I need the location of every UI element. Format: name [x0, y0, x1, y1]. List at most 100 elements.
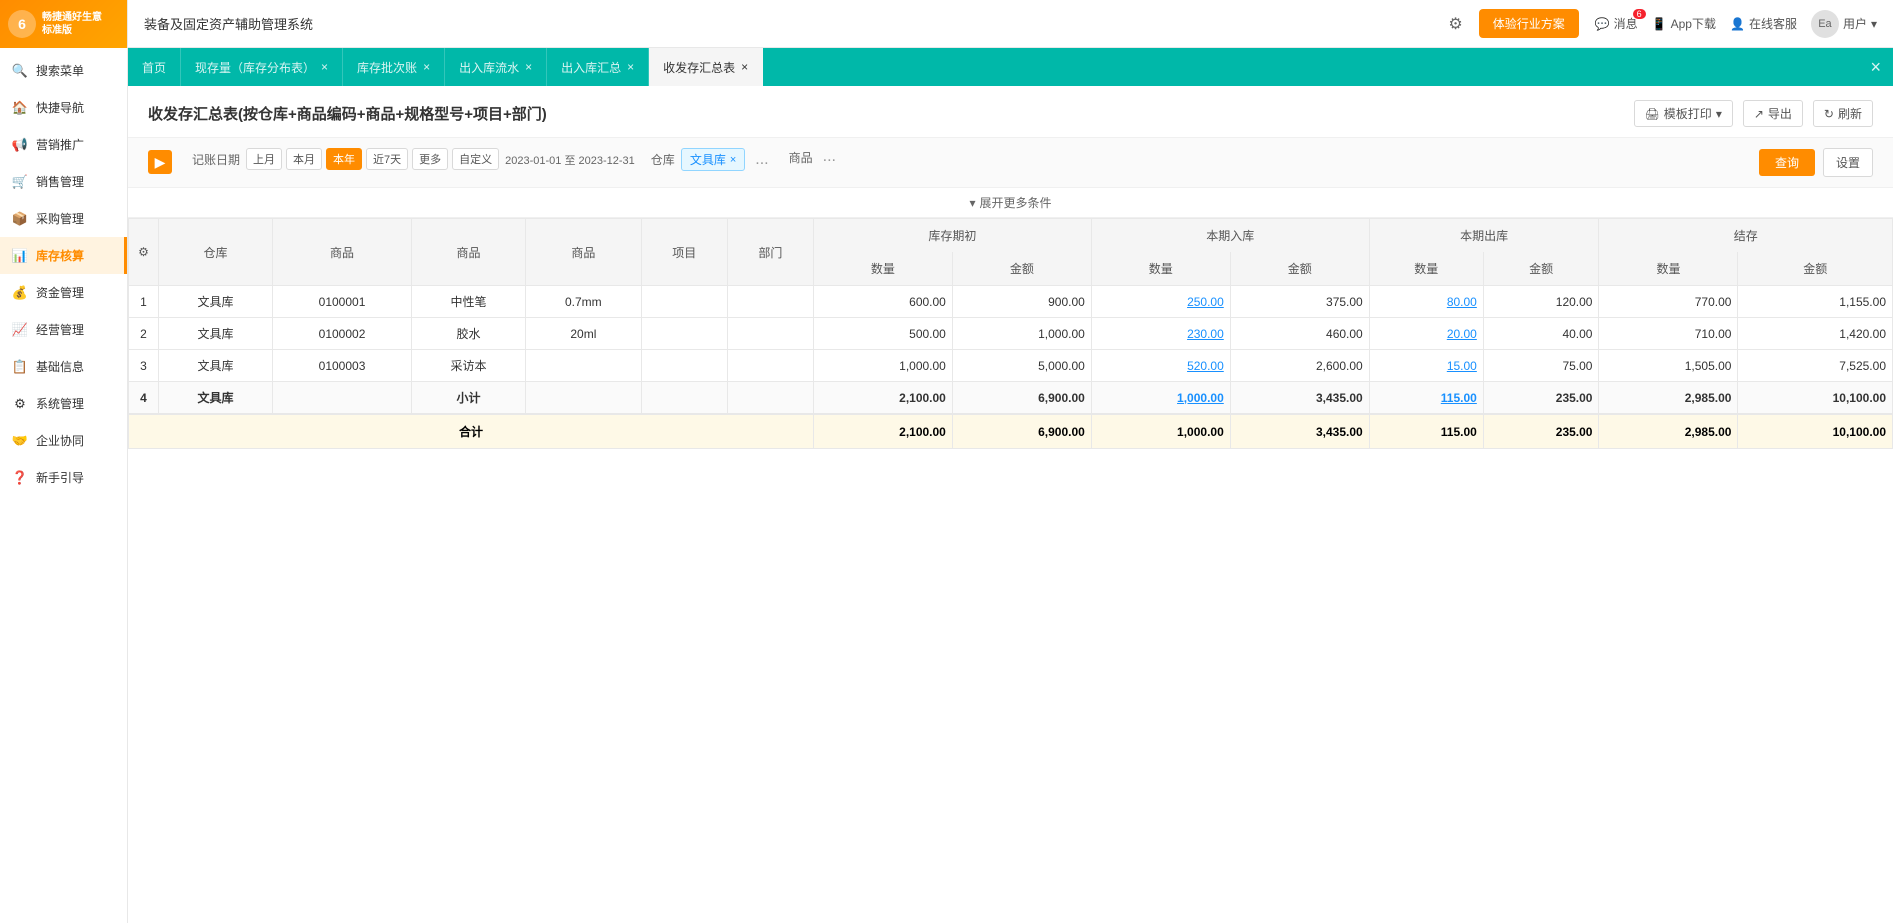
cell-spec	[526, 382, 642, 415]
cell-in-qty[interactable]: 1,000.00	[1091, 382, 1230, 415]
tab-label: 出入库汇总	[561, 59, 621, 76]
product-more-btn[interactable]: ...	[819, 148, 840, 166]
sidebar-item-basic-info[interactable]: 📋基础信息	[0, 348, 127, 385]
query-btn[interactable]: 查询	[1759, 149, 1815, 176]
tab-recv-send-summary[interactable]: 收发存汇总表×	[649, 48, 763, 86]
sidebar-item-system[interactable]: ⚙系统管理	[0, 385, 127, 422]
cell-out-amt: 40.00	[1483, 318, 1599, 350]
cell-out-qty[interactable]: 15.00	[1369, 350, 1483, 382]
messages-btn[interactable]: 💬 消息 6	[1595, 15, 1638, 32]
cell-in-qty[interactable]: 230.00	[1091, 318, 1230, 350]
sidebar-item-purchase[interactable]: 📦采购管理	[0, 200, 127, 237]
sidebar-item-guide[interactable]: ❓新手引导	[0, 459, 127, 496]
export-icon: ↗	[1754, 107, 1764, 121]
table-row: 3文具库0100003采访本1,000.005,000.00520.002,60…	[129, 350, 1893, 382]
cell-code: 0100002	[273, 318, 412, 350]
cell-in-qty[interactable]: 520.00	[1091, 350, 1230, 382]
footer-out-qty: 115.00	[1369, 414, 1483, 449]
sidebar-item-inventory[interactable]: 📊库存核算	[0, 237, 127, 274]
tab-label: 首页	[142, 59, 166, 76]
product-label: 商品	[789, 149, 813, 166]
sidebar-item-search[interactable]: 🔍搜索菜单	[0, 52, 127, 89]
table-config-header[interactable]: ⚙	[129, 219, 159, 286]
cell-seq: 3	[129, 350, 159, 382]
cell-project	[641, 382, 727, 415]
date-quick-btn-本月[interactable]: 本月	[286, 148, 322, 170]
sidebar-item-label: 新手引导	[36, 469, 84, 486]
table-container: ⚙ 仓库 商品 商品 商品 项目 部门 库存期初 本期入库 本期出库 结存	[128, 218, 1893, 449]
sidebar-item-quick-nav[interactable]: 🏠快捷导航	[0, 89, 127, 126]
expand-more-btn[interactable]: ▾ 展开更多条件	[969, 194, 1051, 211]
cell-dept	[727, 382, 813, 415]
main-area: 装备及固定资产辅助管理系统 ⚙ 体验行业方案 💬 消息 6 📱 App下载 👤 …	[128, 0, 1893, 923]
col-init-qty-header: 数量	[813, 252, 952, 286]
tabs-close-all-btn[interactable]: ×	[1858, 57, 1893, 78]
sidebar-item-label: 库存核算	[36, 247, 84, 264]
cell-code: 0100001	[273, 286, 412, 318]
sidebar-item-marketing[interactable]: 📢营销推广	[0, 126, 127, 163]
warehouse-tag: 文具库 ×	[681, 148, 745, 171]
filter-product-group: 商品 ...	[789, 148, 840, 166]
user-btn[interactable]: Ea 用户 ▾	[1811, 10, 1877, 38]
tab-home[interactable]: 首页	[128, 48, 181, 86]
tab-inventory-dist[interactable]: 现存量（库存分布表） ×	[181, 48, 343, 86]
page-header: 收发存汇总表(按仓库+商品编码+商品+规格型号+项目+部门) 🖨 模板打印 ▾ …	[128, 86, 1893, 138]
tab-in-out-summary[interactable]: 出入库汇总 ×	[547, 48, 649, 86]
enterprise-icon: 🤝	[12, 433, 28, 449]
cell-dept	[727, 286, 813, 318]
cell-seq: 2	[129, 318, 159, 350]
cell-warehouse: 文具库	[159, 318, 273, 350]
footer-in-qty: 1,000.00	[1091, 414, 1230, 449]
date-label: 记账日期	[192, 151, 240, 168]
cell-init-amt: 1,000.00	[952, 318, 1091, 350]
tab-close-btn[interactable]: ×	[423, 60, 430, 74]
col-in-amt-header: 金额	[1230, 252, 1369, 286]
tab-label: 现存量（库存分布表）	[195, 59, 315, 76]
date-quick-btn-上月[interactable]: 上月	[246, 148, 282, 170]
filter-action-buttons: 查询 设置	[1759, 148, 1873, 177]
tab-close-btn[interactable]: ×	[627, 60, 634, 74]
tab-in-out-flow[interactable]: 出入库流水×	[445, 48, 547, 86]
sidebar-item-finance[interactable]: 💰资金管理	[0, 274, 127, 311]
warehouse-more-btn[interactable]: ...	[751, 151, 772, 169]
col-bal-qty-header: 数量	[1599, 252, 1738, 286]
refresh-btn[interactable]: ↻ 刷新	[1813, 100, 1873, 127]
date-quick-btn-自定义[interactable]: 自定义	[452, 148, 499, 170]
cell-out-qty[interactable]: 20.00	[1369, 318, 1483, 350]
tab-close-btn[interactable]: ×	[321, 60, 328, 74]
filter-toggle-btn[interactable]: ▶	[148, 150, 172, 174]
tab-batch-account[interactable]: 库存批次账×	[343, 48, 445, 86]
cell-in-qty[interactable]: 250.00	[1091, 286, 1230, 318]
date-range-display: 2023-01-01 至 2023-12-31	[505, 152, 635, 168]
cell-out-amt: 235.00	[1483, 382, 1599, 415]
tab-close-btn[interactable]: ×	[525, 60, 532, 74]
col-group-bal-header: 结存	[1599, 219, 1893, 253]
date-quick-btn-本年[interactable]: 本年	[326, 148, 362, 170]
cell-out-qty[interactable]: 115.00	[1369, 382, 1483, 415]
date-quick-btn-近7天[interactable]: 近7天	[366, 148, 408, 170]
tab-close-btn[interactable]: ×	[741, 60, 748, 74]
app-download-btn[interactable]: 📱 App下载	[1652, 15, 1716, 32]
print-btn[interactable]: 🖨 模板打印 ▾	[1634, 100, 1733, 127]
sidebar-item-enterprise[interactable]: 🤝企业协同	[0, 422, 127, 459]
sidebar-item-sales[interactable]: 🛒销售管理	[0, 163, 127, 200]
cell-bal-qty: 710.00	[1599, 318, 1738, 350]
cell-out-qty[interactable]: 80.00	[1369, 286, 1483, 318]
sidebar-item-operations[interactable]: 📈经营管理	[0, 311, 127, 348]
cell-dept	[727, 318, 813, 350]
cell-warehouse: 文具库	[159, 286, 273, 318]
cell-name: 中性笔	[412, 286, 526, 318]
date-quick-btn-更多[interactable]: 更多	[412, 148, 448, 170]
topbar-gear-icon[interactable]: ⚙	[1448, 14, 1462, 34]
online-service-btn[interactable]: 👤 在线客服	[1730, 15, 1797, 32]
cell-bal-amt: 1,420.00	[1738, 318, 1893, 350]
cell-init-amt: 900.00	[952, 286, 1091, 318]
download-icon: 📱	[1652, 17, 1667, 31]
warehouse-tag-close[interactable]: ×	[730, 154, 736, 166]
industry-btn[interactable]: 体验行业方案	[1479, 9, 1579, 38]
sidebar-item-label: 基础信息	[36, 358, 84, 375]
export-btn[interactable]: ↗ 导出	[1743, 100, 1803, 127]
sidebar-item-label: 采购管理	[36, 210, 84, 227]
sidebar-item-label: 营销推广	[36, 136, 84, 153]
filter-settings-btn[interactable]: 设置	[1823, 148, 1873, 177]
